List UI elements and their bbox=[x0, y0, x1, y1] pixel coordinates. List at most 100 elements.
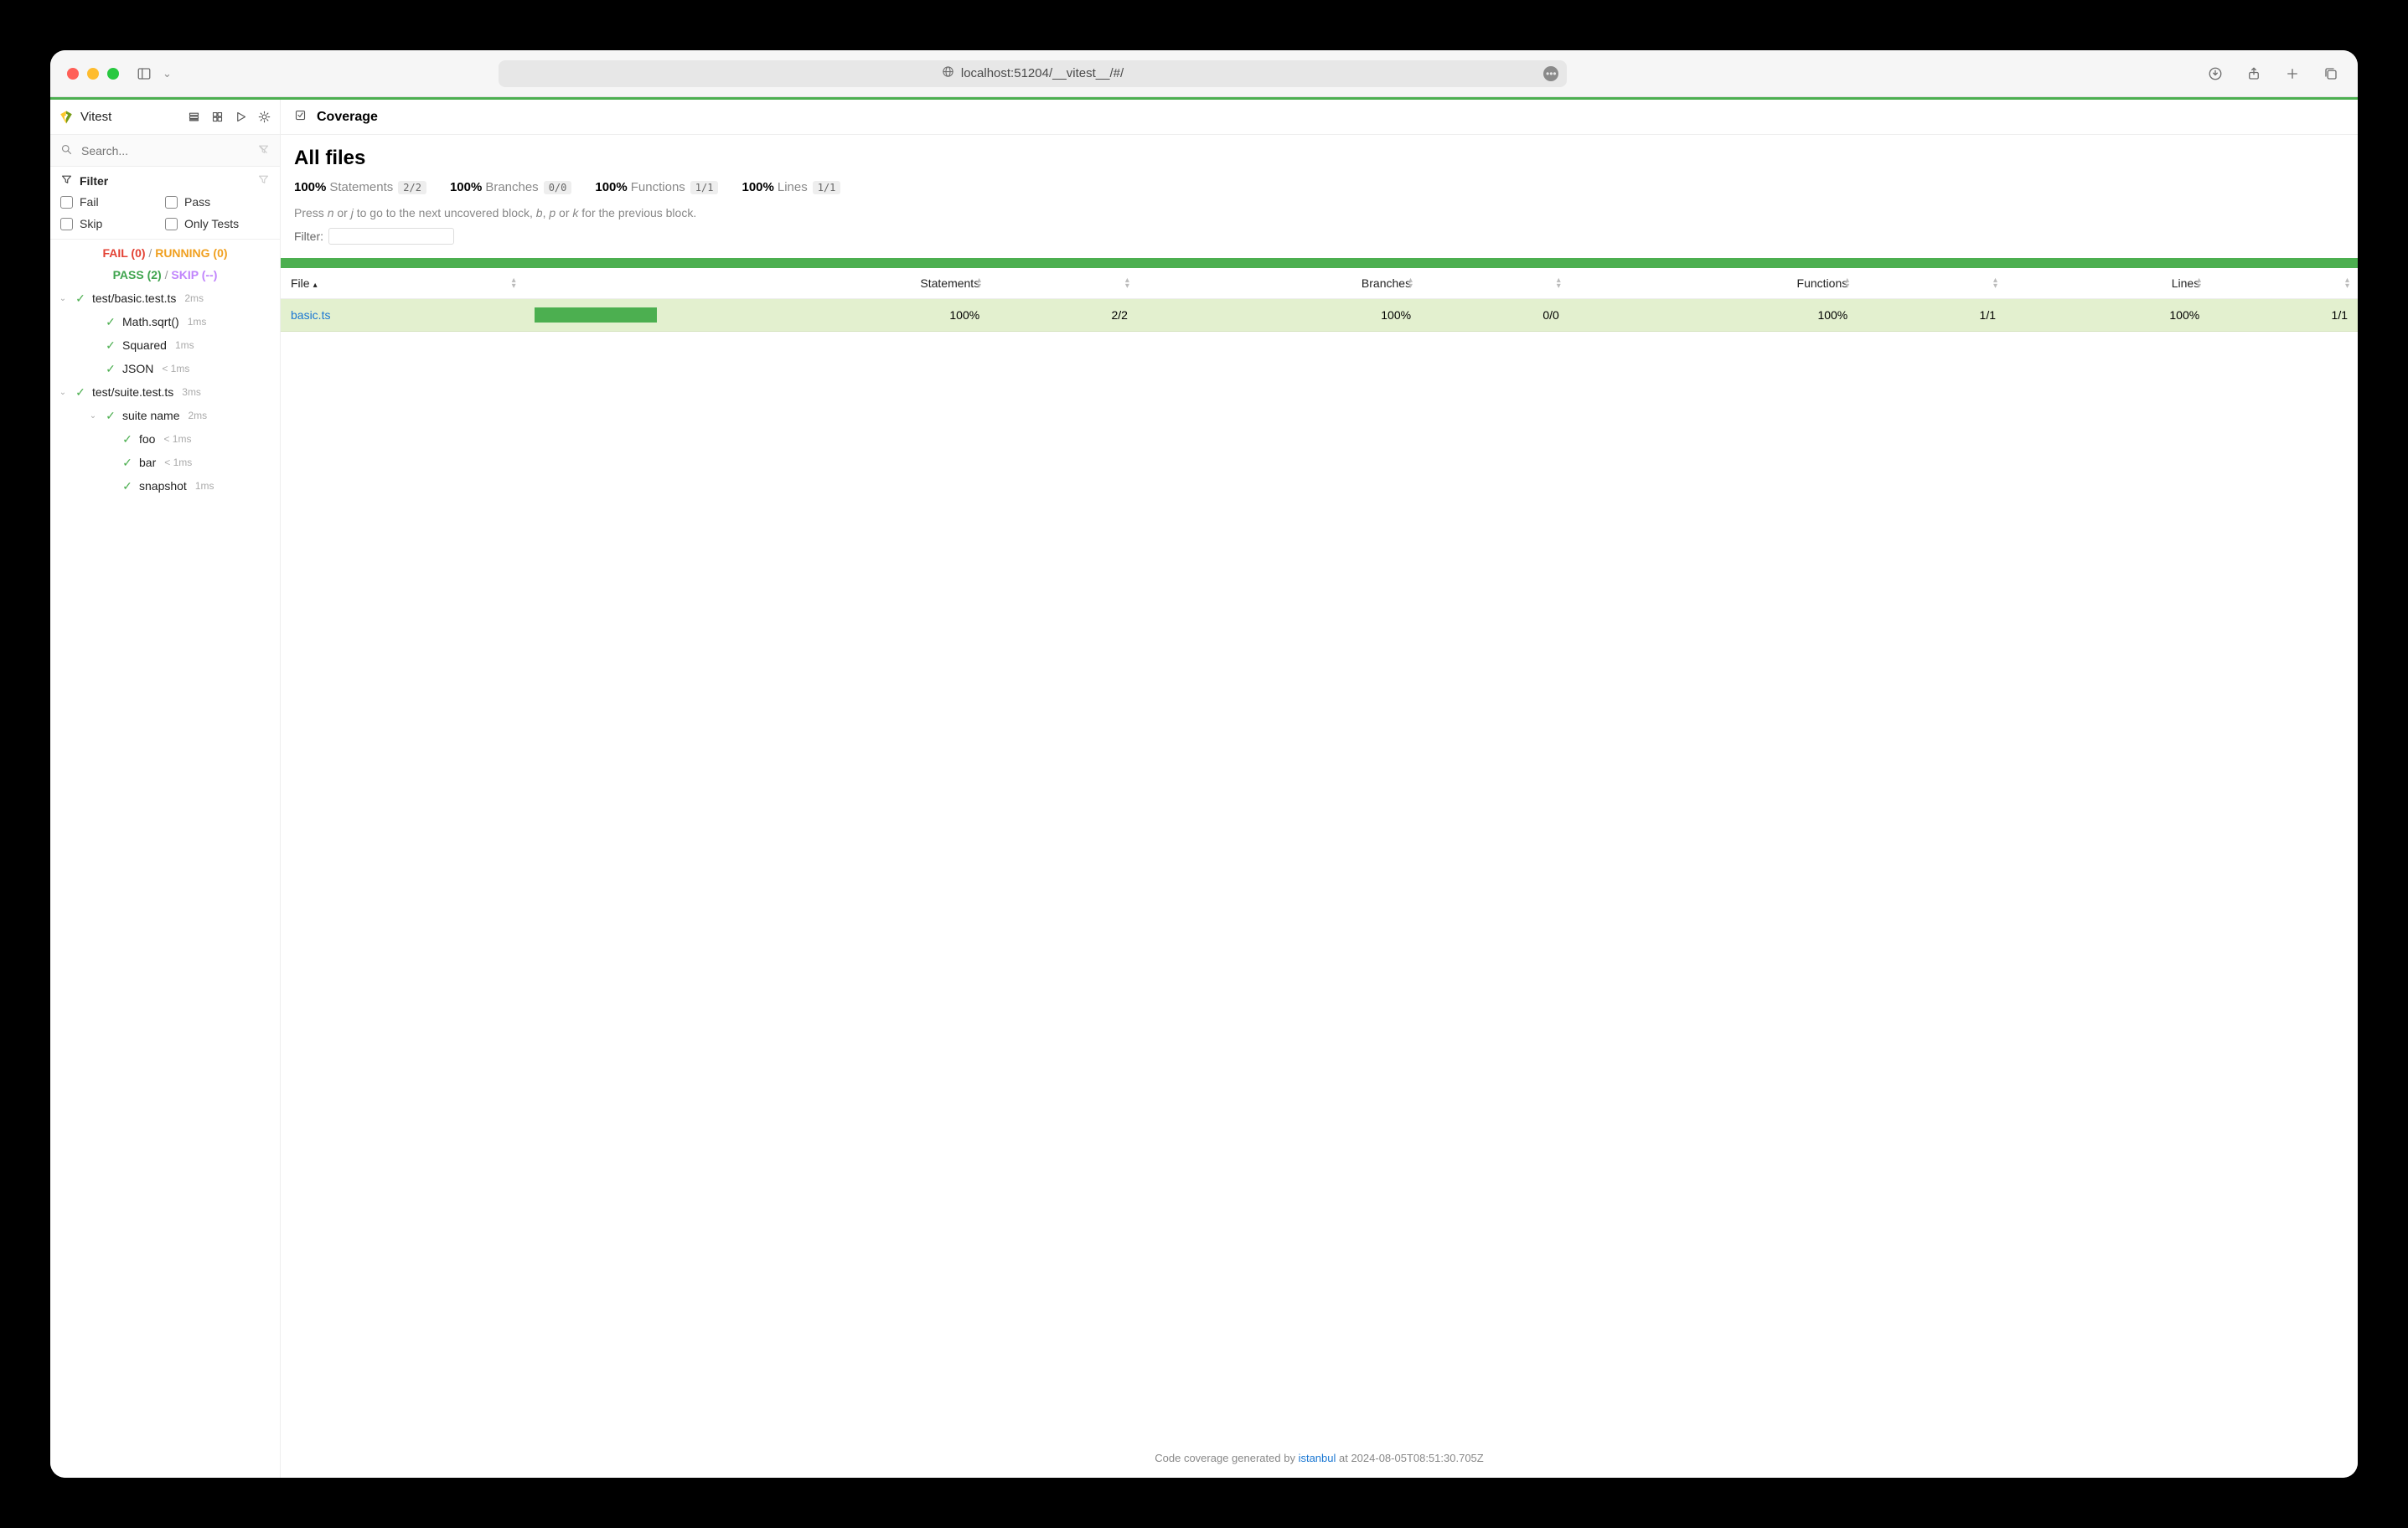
address-bar[interactable]: localhost:51204/__vitest__/#/ ••• bbox=[499, 60, 1568, 87]
branch-frac: 0/0 bbox=[1421, 299, 1569, 332]
col-functions-frac[interactable]: ▴▾ bbox=[1858, 268, 2006, 299]
download-icon[interactable] bbox=[2205, 64, 2225, 84]
more-icon[interactable]: ••• bbox=[1543, 66, 1558, 81]
check-icon: ✓ bbox=[104, 362, 117, 376]
check-icon: ✓ bbox=[121, 479, 134, 493]
test-item[interactable]: ✓JSON< 1ms bbox=[50, 357, 280, 380]
chevron-down-icon[interactable]: ⌄ bbox=[163, 67, 172, 80]
col-file[interactable]: File▴▴▾ bbox=[281, 268, 524, 299]
sidebar-header: Vitest bbox=[50, 100, 280, 135]
share-icon[interactable] bbox=[2244, 64, 2264, 84]
list-view-icon[interactable] bbox=[186, 110, 201, 125]
col-branches[interactable]: Branches▴▾ bbox=[1138, 268, 1421, 299]
coverage-filter-label: Filter: bbox=[294, 230, 323, 243]
dashboard-icon[interactable] bbox=[209, 110, 225, 125]
check-icon: ✓ bbox=[74, 385, 87, 400]
tabs-icon[interactable] bbox=[2321, 64, 2341, 84]
theme-icon[interactable] bbox=[256, 110, 271, 125]
tree-time: 2ms bbox=[188, 410, 207, 421]
istanbul-link[interactable]: istanbul bbox=[1299, 1452, 1336, 1464]
chevron-down-icon[interactable]: ⌄ bbox=[57, 294, 69, 303]
test-item[interactable]: ✓Squared1ms bbox=[50, 333, 280, 357]
test-item[interactable]: ✓ foo < 1ms bbox=[50, 427, 280, 451]
filter-label: Filter bbox=[80, 174, 108, 188]
filter-skip-checkbox[interactable]: Skip bbox=[60, 217, 165, 230]
bar-cell bbox=[524, 299, 667, 332]
coverage-bar bbox=[281, 258, 2358, 268]
summary-metric: 100%Lines1/1 bbox=[742, 180, 840, 194]
keyboard-hint: Press n or j to go to the next uncovered… bbox=[294, 206, 2344, 219]
summary-metric: 100%Branches0/0 bbox=[450, 180, 571, 194]
test-item[interactable]: ✓Math.sqrt()1ms bbox=[50, 310, 280, 333]
check-icon: ✓ bbox=[121, 432, 134, 447]
tree-time: < 1ms bbox=[162, 363, 189, 374]
coverage-filter-input[interactable] bbox=[328, 228, 454, 245]
summary-metric: 100%Statements2/2 bbox=[294, 180, 426, 194]
filter-only-checkbox[interactable]: Only Tests bbox=[165, 217, 270, 230]
browser-window: ⌄ localhost:51204/__vitest__/#/ ••• Vite… bbox=[50, 50, 2358, 1478]
footer: Code coverage generated by istanbul at 2… bbox=[281, 1440, 2358, 1478]
file-item[interactable]: ⌄✓test/basic.test.ts2ms bbox=[50, 286, 280, 310]
col-statements[interactable]: Statements▴▾ bbox=[667, 268, 990, 299]
run-icon[interactable] bbox=[233, 110, 248, 125]
traffic-lights bbox=[67, 68, 119, 80]
file-item[interactable]: ⌄ ✓ test/suite.test.ts 3ms bbox=[50, 380, 280, 404]
minimize-window-button[interactable] bbox=[87, 68, 99, 80]
col-branches-frac[interactable]: ▴▾ bbox=[1421, 268, 1569, 299]
tree-label: snapshot bbox=[139, 479, 187, 493]
stmt-pct: 100% bbox=[667, 299, 990, 332]
check-icon: ✓ bbox=[104, 315, 117, 329]
col-functions[interactable]: Functions▴▾ bbox=[1569, 268, 1858, 299]
check-icon: ✓ bbox=[104, 338, 117, 353]
tree-label: foo bbox=[139, 432, 155, 446]
search-icon bbox=[60, 143, 73, 158]
file-link[interactable]: basic.ts bbox=[291, 308, 330, 322]
check-icon: ✓ bbox=[121, 456, 134, 470]
filter-fail-checkbox[interactable]: Fail bbox=[60, 195, 165, 209]
file-cell: basic.ts bbox=[281, 299, 524, 332]
branch-pct: 100% bbox=[1138, 299, 1421, 332]
tree-time: 3ms bbox=[182, 386, 201, 398]
suite-item[interactable]: ⌄ ✓ suite name 2ms bbox=[50, 404, 280, 427]
stmt-frac: 2/2 bbox=[990, 299, 1138, 332]
chevron-down-icon[interactable]: ⌄ bbox=[87, 411, 99, 421]
func-frac: 1/1 bbox=[1858, 299, 2006, 332]
clear-filter-icon[interactable] bbox=[257, 143, 270, 158]
globe-icon bbox=[942, 65, 954, 81]
app: Vitest Filter bbox=[50, 100, 2358, 1478]
line-frac: 1/1 bbox=[2209, 299, 2358, 332]
chevron-down-icon[interactable]: ⌄ bbox=[57, 388, 69, 397]
summary-metric: 100%Functions1/1 bbox=[595, 180, 718, 194]
sidebar: Vitest Filter bbox=[50, 100, 281, 1478]
sidebar-toggle-icon[interactable] bbox=[134, 64, 154, 84]
address-url: localhost:51204/__vitest__/#/ bbox=[961, 66, 1124, 80]
col-statements-frac[interactable]: ▴▾ bbox=[990, 268, 1138, 299]
filter-panel: Filter Fail Pass Skip Only Tests bbox=[50, 167, 280, 240]
coverage-header: Coverage bbox=[281, 100, 2358, 135]
maximize-window-button[interactable] bbox=[107, 68, 119, 80]
tree-label: suite name bbox=[122, 409, 179, 422]
status-line-2: PASS (2) / SKIP (--) bbox=[50, 261, 280, 283]
tree-time: < 1ms bbox=[163, 433, 191, 445]
new-tab-icon[interactable] bbox=[2282, 64, 2302, 84]
close-window-button[interactable] bbox=[67, 68, 79, 80]
check-icon: ✓ bbox=[104, 409, 117, 423]
coverage-summary: 100%Statements2/2 100%Branches0/0 100%Func… bbox=[294, 180, 2344, 194]
tree-label: Squared bbox=[122, 338, 167, 352]
saved-filter-icon[interactable] bbox=[257, 173, 270, 188]
col-lines-frac[interactable]: ▴▾ bbox=[2209, 268, 2358, 299]
coverage-filter: Filter: bbox=[294, 228, 2344, 245]
filter-pass-checkbox[interactable]: Pass bbox=[165, 195, 270, 209]
tree-label: test/suite.test.ts bbox=[92, 385, 173, 399]
check-icon: ✓ bbox=[74, 292, 87, 306]
tree-time: 2ms bbox=[184, 292, 204, 304]
test-item[interactable]: ✓snapshot1ms bbox=[50, 474, 280, 498]
search-input[interactable] bbox=[81, 144, 249, 157]
tree-time: 1ms bbox=[188, 316, 207, 328]
coverage-title: Coverage bbox=[317, 110, 378, 125]
funnel-icon bbox=[60, 173, 73, 188]
col-lines[interactable]: Lines▴▾ bbox=[2006, 268, 2209, 299]
func-pct: 100% bbox=[1569, 299, 1858, 332]
vitest-logo-icon bbox=[59, 110, 74, 125]
test-item[interactable]: ✓bar< 1ms bbox=[50, 451, 280, 474]
